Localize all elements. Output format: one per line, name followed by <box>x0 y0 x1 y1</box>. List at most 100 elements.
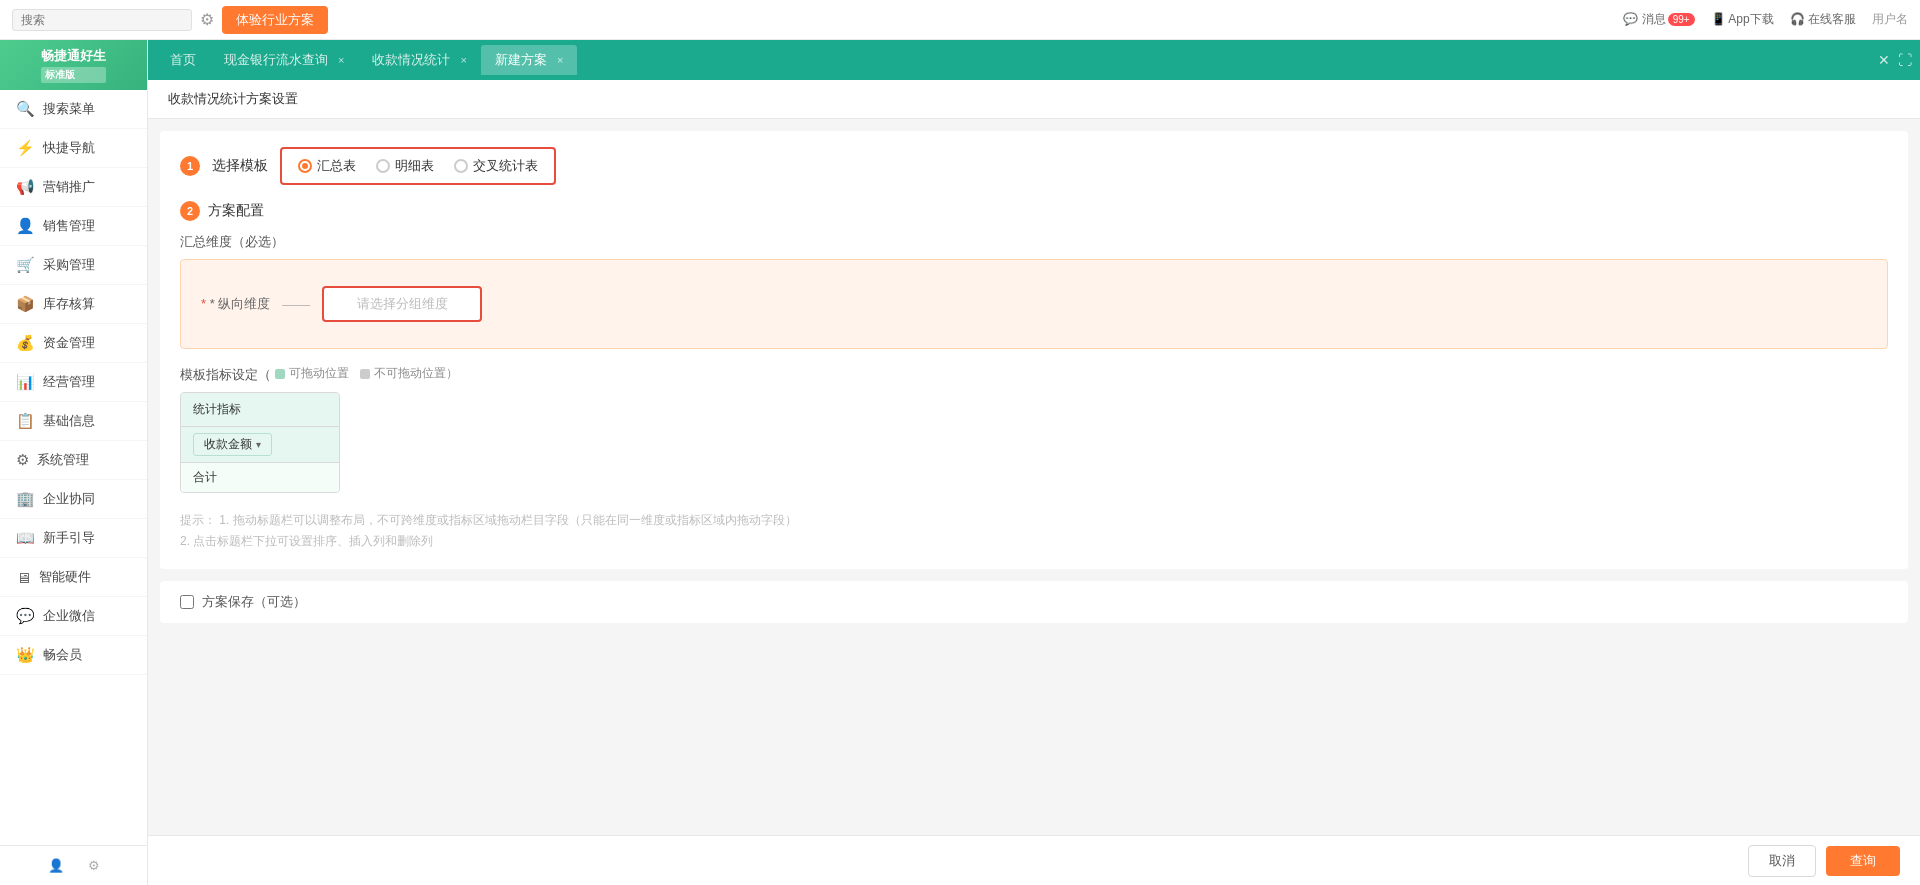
tab-receipts-close[interactable]: × <box>460 54 466 66</box>
row-label-text: * 纵向维度 <box>210 296 271 311</box>
tab-bar-right: ✕ ⛶ <box>1878 52 1912 68</box>
tab-home-label: 首页 <box>170 51 196 69</box>
trial-button[interactable]: 体验行业方案 <box>222 6 328 34</box>
arrow-right-icon: —— <box>282 296 310 312</box>
required-star: * <box>201 296 206 311</box>
stat-tag-label: 收款金额 <box>204 436 252 453</box>
sidebar-item-guide[interactable]: 📖 新手引导 <box>0 519 147 558</box>
sidebar-label-purchase: 采购管理 <box>43 256 95 274</box>
messages-link[interactable]: 💬 消息99+ <box>1623 11 1694 28</box>
tab-home[interactable]: 首页 <box>156 45 210 75</box>
system-icon: ⚙ <box>16 451 29 469</box>
sidebar-label-inventory: 库存核算 <box>43 295 95 313</box>
tab-receipts[interactable]: 收款情况统计 × <box>358 45 480 75</box>
sidebar-label-hardware: 智能硬件 <box>39 568 91 586</box>
radio-detail[interactable]: 明细表 <box>376 157 434 175</box>
dim-placeholder: 请选择分组维度 <box>357 295 448 313</box>
marketing-icon: 📢 <box>16 178 35 196</box>
tip-text: 提示： 1. 拖动标题栏可以调整布局，不可跨维度或指标区域拖动栏目字段（只能在同… <box>180 510 1888 553</box>
dimension-section-label: 汇总维度（必选） <box>180 233 1888 251</box>
sidebar-item-system[interactable]: ⚙ 系统管理 <box>0 441 147 480</box>
sidebar-item-member[interactable]: 👑 畅会员 <box>0 636 147 675</box>
tab-cashbank[interactable]: 现金银行流水查询 × <box>210 45 358 75</box>
tip-line-2: 2. 点击标题栏下拉可设置排序、插入列和删除列 <box>180 531 1888 553</box>
sidebar-item-sales[interactable]: 👤 销售管理 <box>0 207 147 246</box>
radio-summary-label: 汇总表 <box>317 157 356 175</box>
save-row: 方案保存（可选） <box>160 581 1908 623</box>
top-header: ⚙ 体验行业方案 💬 消息99+ 📱 App下载 🎧 在线客服 用户名 <box>0 0 1920 40</box>
radio-summary[interactable]: 汇总表 <box>298 157 356 175</box>
tip-line-1: 提示： 1. 拖动标题栏可以调整布局，不可跨维度或指标区域拖动栏目字段（只能在同… <box>180 510 1888 532</box>
cancel-button[interactable]: 取消 <box>1748 845 1816 877</box>
edition-badge: 标准版 <box>41 67 106 83</box>
query-button[interactable]: 查询 <box>1826 846 1900 876</box>
page-content: 收款情况统计方案设置 1 选择模板 汇总表 明细表 <box>148 80 1920 835</box>
step1-badge: 1 <box>180 156 200 176</box>
form-section: 1 选择模板 汇总表 明细表 交叉统计表 <box>160 131 1908 569</box>
radio-cross[interactable]: 交叉统计表 <box>454 157 538 175</box>
radio-cross-circle <box>454 159 468 173</box>
dimension-select[interactable]: 请选择分组维度 <box>322 286 482 322</box>
sidebar-label-wechat: 企业微信 <box>43 607 95 625</box>
enterprise-icon: 🏢 <box>16 490 35 508</box>
tab-maximize-icon[interactable]: ⛶ <box>1898 52 1912 68</box>
sidebar-item-purchase[interactable]: 🛒 采购管理 <box>0 246 147 285</box>
sidebar-label-quick-nav: 快捷导航 <box>43 139 95 157</box>
dim-row: * * 纵向维度 —— 请选择分组维度 <box>201 286 482 322</box>
drag-dot <box>275 369 285 379</box>
save-row-label: 方案保存（可选） <box>202 593 306 611</box>
radio-detail-circle <box>376 159 390 173</box>
member-icon: 👑 <box>16 646 35 664</box>
sidebar-item-inventory[interactable]: 📦 库存核算 <box>0 285 147 324</box>
app-download-link[interactable]: 📱 App下载 <box>1711 11 1774 28</box>
dropdown-icon[interactable]: ▾ <box>256 439 261 450</box>
draggable-legend: 可拖动位置 <box>275 365 349 382</box>
quick-nav-icon: ⚡ <box>16 139 35 157</box>
search-input[interactable] <box>12 9 192 31</box>
sidebar-item-operation[interactable]: 📊 经营管理 <box>0 363 147 402</box>
search-menu-icon: 🔍 <box>16 100 35 118</box>
indicator-section-label: 模板指标设定（ 可拖动位置 不可拖动位置） <box>180 365 458 384</box>
no-drag-legend: 不可拖动位置） <box>360 365 458 382</box>
content-area: 首页 现金银行流水查询 × 收款情况统计 × 新建方案 × ✕ ⛶ 收款情况统计… <box>148 40 1920 885</box>
stat-tag-amount[interactable]: 收款金额 ▾ <box>193 433 272 456</box>
draggable-label: 可拖动位置 <box>289 365 349 382</box>
sidebar-item-marketing[interactable]: 📢 营销推广 <box>0 168 147 207</box>
tab-close-icon[interactable]: ✕ <box>1878 52 1890 68</box>
sidebar-item-enterprise[interactable]: 🏢 企业协同 <box>0 480 147 519</box>
tab-cashbank-label: 现金银行流水查询 <box>224 51 328 69</box>
indicator-label-text: 模板指标设定（ <box>180 367 271 382</box>
user-info: 用户名 <box>1872 11 1908 28</box>
indicator-section: 模板指标设定（ 可拖动位置 不可拖动位置） <box>180 365 1888 496</box>
sidebar-bottom-icon2[interactable]: ⚙ <box>88 858 100 873</box>
tab-new-plan-close[interactable]: × <box>557 54 563 66</box>
tab-cashbank-close[interactable]: × <box>338 54 344 66</box>
indicator-header: 统计指标 <box>181 393 339 427</box>
sidebar-item-basic-info[interactable]: 📋 基础信息 <box>0 402 147 441</box>
sidebar-bottom-icon1[interactable]: 👤 <box>48 858 64 873</box>
sidebar-item-search[interactable]: 🔍 搜索菜单 <box>0 90 147 129</box>
online-service-link[interactable]: 🎧 在线客服 <box>1790 11 1856 28</box>
sidebar-item-wechat[interactable]: 💬 企业微信 <box>0 597 147 636</box>
hardware-icon: 🖥 <box>16 569 31 586</box>
purchase-icon: 🛒 <box>16 256 35 274</box>
sidebar-label-basic-info: 基础信息 <box>43 412 95 430</box>
dimension-area: * * 纵向维度 —— 请选择分组维度 <box>180 259 1888 349</box>
indicator-total-row: 合计 <box>181 463 339 492</box>
page-title-bar: 收款情况统计方案设置 <box>148 80 1920 119</box>
sidebar-label-operation: 经营管理 <box>43 373 95 391</box>
sidebar-item-hardware[interactable]: 🖥 智能硬件 <box>0 558 147 597</box>
page-title: 收款情况统计方案设置 <box>168 91 298 106</box>
gear-icon[interactable]: ⚙ <box>200 10 214 29</box>
sidebar-label-system: 系统管理 <box>37 451 89 469</box>
tab-new-plan[interactable]: 新建方案 × <box>481 45 577 75</box>
template-select-box: 汇总表 明细表 交叉统计表 <box>280 147 556 185</box>
no-drag-label: 不可拖动位置） <box>374 365 458 382</box>
sales-icon: 👤 <box>16 217 35 235</box>
save-checkbox[interactable] <box>180 595 194 609</box>
sidebar-item-finance[interactable]: 💰 资金管理 <box>0 324 147 363</box>
indicator-label-row: 模板指标设定（ 可拖动位置 不可拖动位置） <box>180 365 1888 384</box>
sidebar-item-quick-nav[interactable]: ⚡ 快捷导航 <box>0 129 147 168</box>
sidebar-label-sales: 销售管理 <box>43 217 95 235</box>
radio-detail-label: 明细表 <box>395 157 434 175</box>
